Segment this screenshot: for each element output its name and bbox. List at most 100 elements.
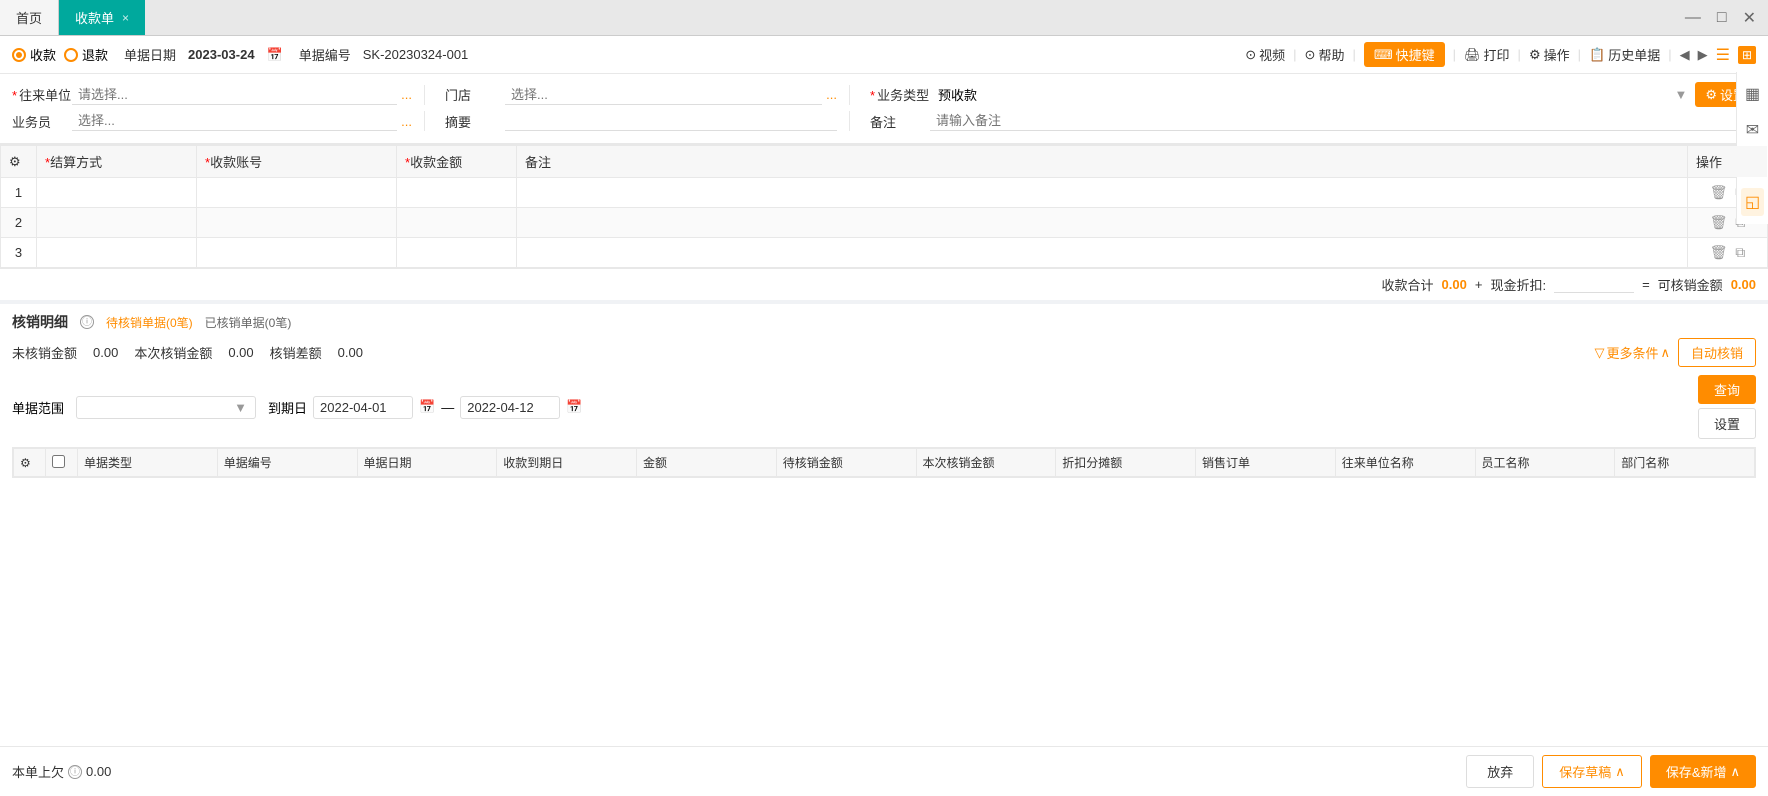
lower-col-checkbox	[46, 449, 78, 477]
equals-sign: =	[1642, 277, 1650, 292]
table-settings-icon[interactable]: ⚙	[9, 154, 21, 169]
remark-input[interactable]	[930, 111, 1756, 131]
query-button[interactable]: 查询	[1698, 375, 1756, 404]
diff-value: 0.00	[338, 345, 363, 360]
row-amount-3[interactable]	[397, 238, 517, 268]
store-input[interactable]	[505, 85, 822, 105]
calc-row: 收款合计 0.00 + 现金折扣: = 可核销金额 0.00	[0, 268, 1768, 300]
table-row: 3 🗑 ⧉	[1, 238, 1768, 268]
lower-col-counterpart: 往来单位名称	[1335, 449, 1475, 477]
lower-settings-button[interactable]: 设置	[1698, 408, 1756, 439]
calendar-from-icon[interactable]: 📅	[419, 399, 435, 415]
lower-col-due-date: 收款到期日	[497, 449, 637, 477]
ops-link[interactable]: ⚙ 操作	[1529, 45, 1570, 64]
draft-button[interactable]: 保存草稿 ∧	[1542, 755, 1642, 788]
lower-col-store: 部门名称	[1615, 449, 1755, 477]
row-payment-3[interactable]	[37, 238, 197, 268]
abandon-button[interactable]: 放弃	[1466, 755, 1534, 788]
help-icon: ⊙	[1305, 47, 1316, 63]
minimize-button[interactable]: —	[1681, 9, 1705, 27]
nav-right-icon[interactable]: ▶	[1698, 47, 1708, 63]
delete-row-1-icon[interactable]: 🗑	[1710, 184, 1728, 200]
counterpart-input[interactable]	[72, 85, 397, 105]
right-expand-icon[interactable]: ◱	[1741, 188, 1764, 216]
copy-row-3-icon[interactable]: ⧉	[1735, 244, 1745, 260]
row-amount-2[interactable]	[397, 208, 517, 238]
scope-select-container[interactable]: ▼	[76, 396, 256, 419]
discount-label: 现金折扣:	[1490, 275, 1546, 294]
row-account-1[interactable]	[197, 178, 397, 208]
staff-group: 业务员 ...	[12, 111, 412, 131]
draft-label: 保存草稿	[1559, 762, 1611, 781]
shortcut-label: 快捷键	[1396, 45, 1435, 64]
date-from-input[interactable]	[313, 396, 413, 419]
counterpart-label: 往来单位	[12, 85, 72, 104]
staff-input[interactable]	[72, 111, 397, 131]
row-payment-1[interactable]	[37, 178, 197, 208]
row-remark-1[interactable]	[517, 178, 1688, 208]
form-section: 往来单位 ... 门店 ... 业务类型 预收款 ▼ ⚙ 设置	[0, 74, 1768, 144]
grid-view-icon[interactable]: ⊞	[1738, 46, 1756, 64]
row-account-2[interactable]	[197, 208, 397, 238]
delete-row-2-icon[interactable]: 🗑	[1710, 214, 1728, 230]
tab-home-label: 首页	[16, 8, 42, 27]
history-icon: 📋	[1589, 47, 1605, 63]
save-new-button[interactable]: 保存&新增 ∧	[1650, 755, 1756, 788]
more-conditions-btn[interactable]: ▽ 更多条件 ∧	[1594, 343, 1670, 362]
col-remark-header: 备注	[517, 146, 1688, 178]
select-all-checkbox[interactable]	[52, 455, 65, 468]
lower-col-sales-order: 销售订单	[1196, 449, 1336, 477]
col-ops-header: 操作	[1688, 146, 1768, 178]
bottom-info: 本单上欠 ⓘ 0.00	[12, 762, 111, 781]
tab-shoukuan[interactable]: 收款单 ×	[59, 0, 145, 35]
help-link[interactable]: ⊙ 帮助	[1305, 45, 1345, 64]
discount-input[interactable]	[1554, 277, 1634, 293]
right-mail-icon[interactable]: ✉	[1742, 116, 1763, 144]
row-remark-3[interactable]	[517, 238, 1688, 268]
staff-more-icon[interactable]: ...	[401, 114, 412, 129]
print-label: 打印	[1484, 45, 1510, 64]
number-field: 单据编号 SK-20230324-001	[299, 45, 469, 64]
nav-left-icon[interactable]: ◀	[1680, 47, 1690, 63]
close-tab-icon[interactable]: ×	[122, 11, 129, 25]
date-to-input[interactable]	[460, 396, 560, 419]
history-link[interactable]: 📋 历史单据	[1589, 45, 1660, 64]
tab-pending[interactable]: 待核销单据(0笔)	[106, 314, 193, 331]
list-view-icon[interactable]: ☰	[1716, 45, 1730, 65]
lower-col-amount: 金额	[637, 449, 777, 477]
summary-input[interactable]	[505, 111, 837, 131]
this-cancel-value: 0.00	[228, 345, 253, 360]
lower-col-discount: 折扣分摊额	[1056, 449, 1196, 477]
shortcut-button[interactable]: ⌨ 快捷键	[1364, 42, 1445, 67]
row-account-3[interactable]	[197, 238, 397, 268]
row-amount-1[interactable]	[397, 178, 517, 208]
lower-col-type: 单据类型	[78, 449, 218, 477]
total-label: 收款合计	[1382, 275, 1434, 294]
biz-type-chevron[interactable]: ▼	[1674, 87, 1687, 102]
bottom-info-icon[interactable]: ⓘ	[68, 765, 82, 779]
row-remark-2[interactable]	[517, 208, 1688, 238]
print-link[interactable]: 🖨 打印	[1464, 45, 1510, 64]
radio-shoukuan[interactable]: 收款	[12, 45, 56, 64]
counterpart-more-icon[interactable]: ...	[401, 87, 412, 102]
video-link[interactable]: ⊙ 视频	[1245, 45, 1285, 64]
row-payment-2[interactable]	[37, 208, 197, 238]
tab-done[interactable]: 已核销单据(0笔)	[205, 314, 292, 331]
delete-row-3-icon[interactable]: 🗑	[1710, 244, 1728, 260]
main-content: 收款 退款 单据日期 2023-03-24 📅 单据编号 SK-20230324…	[0, 36, 1768, 796]
hx-stats-row: 未核销金额 0.00 本次核销金额 0.00 核销差额 0.00 ▽ 更多条件 …	[12, 338, 1756, 367]
store-more-icon[interactable]: ...	[826, 87, 837, 102]
calendar-to-icon[interactable]: 📅	[566, 399, 582, 415]
radio-tuikuan[interactable]: 退款	[64, 45, 108, 64]
hx-info-icon[interactable]: ⓘ	[80, 315, 94, 329]
calendar-icon[interactable]: 📅	[267, 47, 283, 63]
auto-cancel-button[interactable]: 自动核销	[1678, 338, 1756, 367]
maximize-button[interactable]: □	[1713, 9, 1731, 27]
right-table-icon[interactable]: ▦	[1741, 80, 1764, 108]
uncancelled-label: 未核销金额	[12, 343, 77, 362]
diff-label: 核销差额	[270, 343, 322, 362]
window-close-button[interactable]: ✕	[1739, 8, 1760, 28]
summary-label: 摘要	[445, 112, 505, 131]
tab-home[interactable]: 首页	[0, 0, 59, 35]
payment-type-group: 收款 退款	[12, 45, 108, 64]
